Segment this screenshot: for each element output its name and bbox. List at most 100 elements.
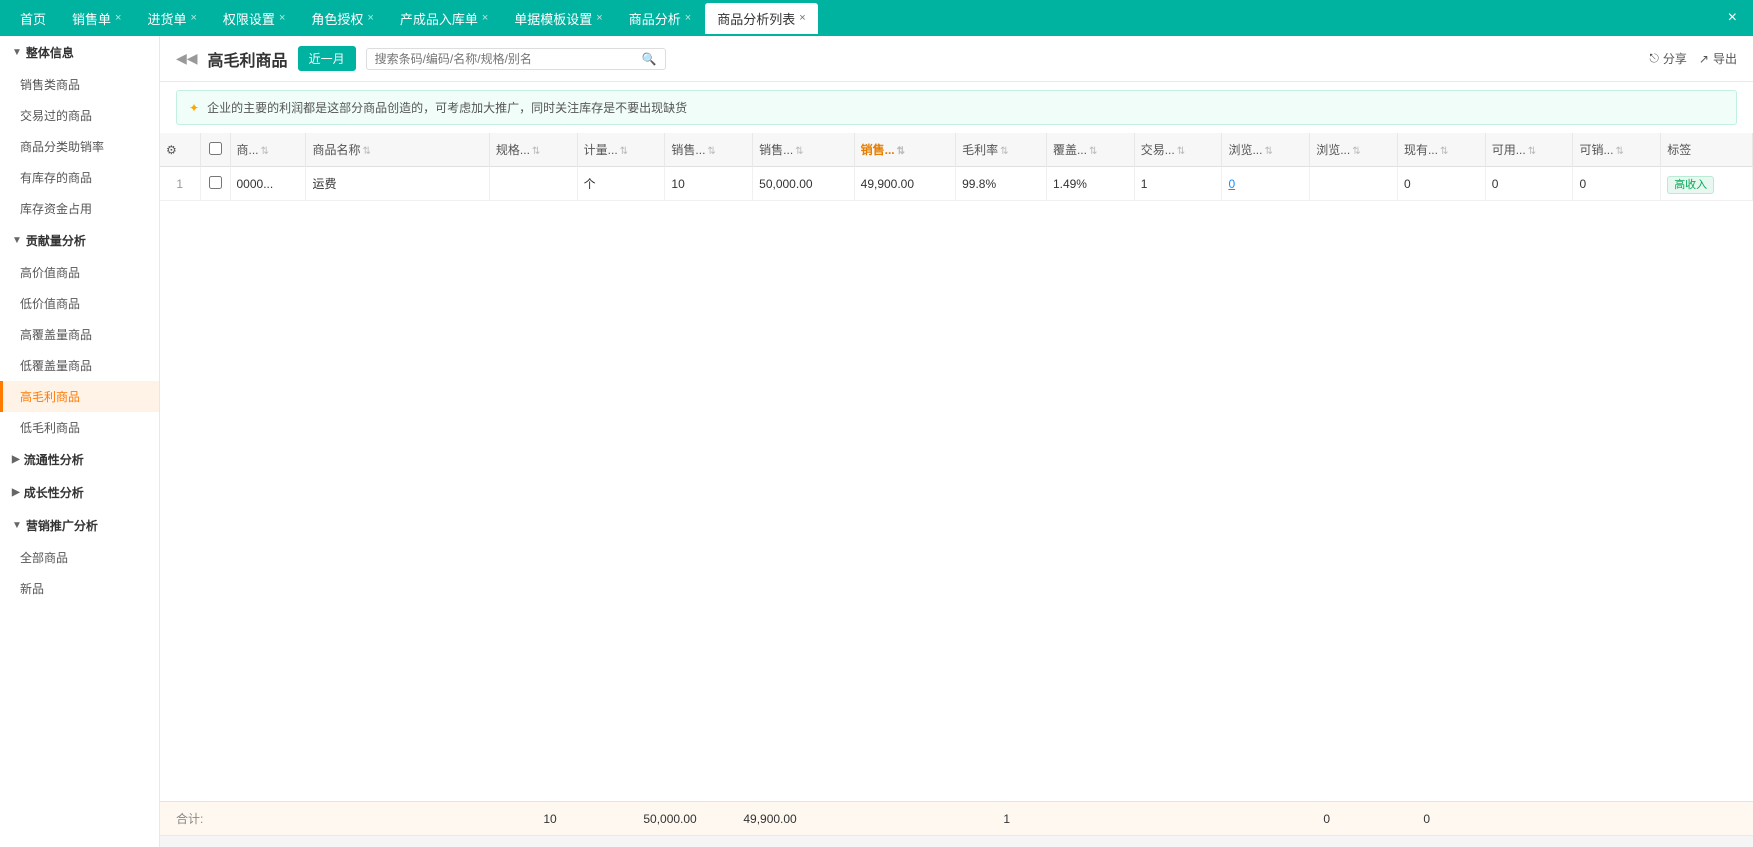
row-available: 0: [1485, 167, 1573, 201]
footer-label: 合计:: [176, 810, 203, 827]
row-unit: 个: [577, 167, 665, 201]
sidebar-item-capital[interactable]: 库存资金占用: [0, 193, 159, 224]
sidebar-item-category-rate[interactable]: 商品分类助销率: [0, 131, 159, 162]
sidebar-group-growth[interactable]: ▶ 成长性分析: [0, 476, 159, 509]
nav-tab-permissions[interactable]: 权限设置 ×: [211, 3, 297, 34]
close-icon[interactable]: ×: [279, 12, 285, 24]
col-view1: 浏览...⇅: [1222, 133, 1310, 167]
nav-tab-purchase[interactable]: 进货单 ×: [135, 3, 208, 34]
footer-saleable: 0: [1423, 812, 1503, 826]
col-spec: 规格...⇅: [489, 133, 577, 167]
footer-sale-qty: 10: [543, 812, 623, 826]
sidebar-item-new-goods[interactable]: 新品: [0, 573, 159, 604]
sidebar-item-high-value[interactable]: 高价值商品: [0, 257, 159, 288]
nav-tab-production[interactable]: 产成品入库单 ×: [388, 3, 500, 34]
sidebar-group-overall-items: 销售类商品 交易过的商品 商品分类助销率 有库存的商品 库存资金占用: [0, 69, 159, 224]
sidebar-group-contribution[interactable]: ▼ 贡献量分析: [0, 224, 159, 257]
export-button[interactable]: ↗ 导出: [1699, 50, 1737, 67]
col-view2: 浏览...⇅: [1310, 133, 1398, 167]
content-area: ◀◀ 高毛利商品 近一月 🔍 ⎋ 分享 ↗ 导出 ✦ 企业的主要的利润都是这: [160, 36, 1753, 847]
close-icon[interactable]: ×: [115, 12, 121, 24]
col-tag: 标签: [1661, 133, 1753, 167]
sidebar-collapse-button[interactable]: ◀◀: [176, 50, 198, 67]
footer-sale-amount: 50,000.00: [643, 812, 723, 826]
col-code: 商...⇅: [230, 133, 306, 167]
header-actions: ⎋ 分享 ↗ 导出: [1649, 50, 1737, 67]
view1-link[interactable]: 0: [1228, 177, 1235, 191]
table-row: 1 0000... 运费 个 10 50,000.00 49,900.00 99…: [160, 167, 1753, 201]
sidebar-item-low-value[interactable]: 低价值商品: [0, 288, 159, 319]
close-icon[interactable]: ×: [596, 12, 602, 24]
row-select-checkbox[interactable]: [209, 176, 222, 189]
footer-available: 0: [1323, 812, 1403, 826]
settings-icon[interactable]: ⚙: [166, 143, 177, 157]
window-close-button[interactable]: ×: [1720, 9, 1745, 27]
nav-tab-analysis[interactable]: 商品分析 ×: [617, 3, 703, 34]
close-icon[interactable]: ×: [367, 12, 373, 24]
info-banner-text: 企业的主要的利润都是这部分商品创造的，可考虑加大推广，同时关注库存是不要出现缺货: [207, 99, 687, 116]
row-sale-qty: 10: [665, 167, 753, 201]
select-all-checkbox[interactable]: [209, 142, 222, 155]
sidebar-item-low-margin[interactable]: 低毛利商品: [0, 412, 159, 443]
sidebar: ▼ 整体信息 销售类商品 交易过的商品 商品分类助销率 有库存的商品 库存资金占…: [0, 36, 160, 847]
col-trade: 交易...⇅: [1134, 133, 1222, 167]
export-icon: ↗: [1699, 52, 1709, 66]
sidebar-group-liquidity[interactable]: ▶ 流通性分析: [0, 443, 159, 476]
footer-sale-profit: 49,900.00: [743, 812, 823, 826]
collapse-arrow-icon: ▼: [12, 520, 22, 531]
col-coverage: 覆盖...⇅: [1046, 133, 1134, 167]
sidebar-item-in-stock[interactable]: 有库存的商品: [0, 162, 159, 193]
row-checkbox: [200, 167, 230, 201]
content-header: ◀◀ 高毛利商品 近一月 🔍 ⎋ 分享 ↗ 导出: [160, 36, 1753, 82]
row-trade: 1: [1134, 167, 1222, 201]
search-box: 🔍: [366, 48, 666, 70]
collapse-arrow-icon: ▶: [12, 487, 20, 498]
close-icon[interactable]: ×: [190, 12, 196, 24]
row-spec: [489, 167, 577, 201]
settings-col-header: ⚙: [160, 133, 200, 167]
row-current-stock: 0: [1397, 167, 1485, 201]
row-coverage: 1.49%: [1046, 167, 1134, 201]
nav-tab-sales[interactable]: 销售单 ×: [60, 3, 133, 34]
close-icon[interactable]: ×: [482, 12, 488, 24]
col-margin: 毛利率⇅: [956, 133, 1047, 167]
tag-badge: 高收入: [1667, 176, 1714, 194]
nav-tab-roles[interactable]: 角色授权 ×: [299, 3, 385, 34]
col-sale-profit[interactable]: 销售...⇅: [854, 133, 955, 167]
sidebar-item-high-margin[interactable]: 高毛利商品: [0, 381, 159, 412]
table-header-row: ⚙ 商...⇅ 商品名称⇅ 规格...⇅: [160, 133, 1753, 167]
row-sale-amount: 50,000.00: [753, 167, 854, 201]
horizontal-scrollbar[interactable]: [160, 835, 1753, 847]
sidebar-item-all-goods[interactable]: 全部商品: [0, 542, 159, 573]
col-sale-amount: 销售...⇅: [753, 133, 854, 167]
row-margin-rate: 99.8%: [956, 167, 1047, 201]
search-icon[interactable]: 🔍: [642, 52, 657, 66]
sidebar-item-low-coverage[interactable]: 低覆盖量商品: [0, 350, 159, 381]
sidebar-group-overall[interactable]: ▼ 整体信息: [0, 36, 159, 69]
nav-tab-analysis-list[interactable]: 商品分析列表 ×: [705, 3, 817, 34]
col-saleable: 可销...⇅: [1573, 133, 1661, 167]
row-sale-profit: 49,900.00: [854, 167, 955, 201]
page-title: 高毛利商品: [208, 47, 288, 71]
nav-tab-template[interactable]: 单据模板设置 ×: [502, 3, 614, 34]
sidebar-item-traded-goods[interactable]: 交易过的商品: [0, 100, 159, 131]
info-banner: ✦ 企业的主要的利润都是这部分商品创造的，可考虑加大推广，同时关注库存是不要出现…: [176, 90, 1737, 125]
info-icon: ✦: [189, 101, 199, 115]
sidebar-item-high-coverage[interactable]: 高覆盖量商品: [0, 319, 159, 350]
search-input[interactable]: [375, 52, 642, 66]
row-view2: [1310, 167, 1398, 201]
share-button[interactable]: ⎋ 分享: [1649, 50, 1687, 67]
col-available: 可用...⇅: [1485, 133, 1573, 167]
data-table: ⚙ 商...⇅ 商品名称⇅ 规格...⇅: [160, 133, 1753, 201]
sidebar-group-marketing[interactable]: ▼ 营销推广分析: [0, 509, 159, 542]
row-num: 1: [160, 167, 200, 201]
close-icon[interactable]: ×: [685, 12, 691, 24]
row-view1: 0: [1222, 167, 1310, 201]
nav-tab-home[interactable]: 首页: [8, 3, 58, 34]
col-unit: 计量...⇅: [577, 133, 665, 167]
col-name: 商品名称⇅: [306, 133, 489, 167]
sidebar-item-sales-goods[interactable]: 销售类商品: [0, 69, 159, 100]
close-icon[interactable]: ×: [799, 12, 805, 24]
filter-recent-month-button[interactable]: 近一月: [298, 46, 356, 71]
top-navigation: 首页 销售单 × 进货单 × 权限设置 × 角色授权 × 产成品入库单 × 单据…: [0, 0, 1753, 36]
